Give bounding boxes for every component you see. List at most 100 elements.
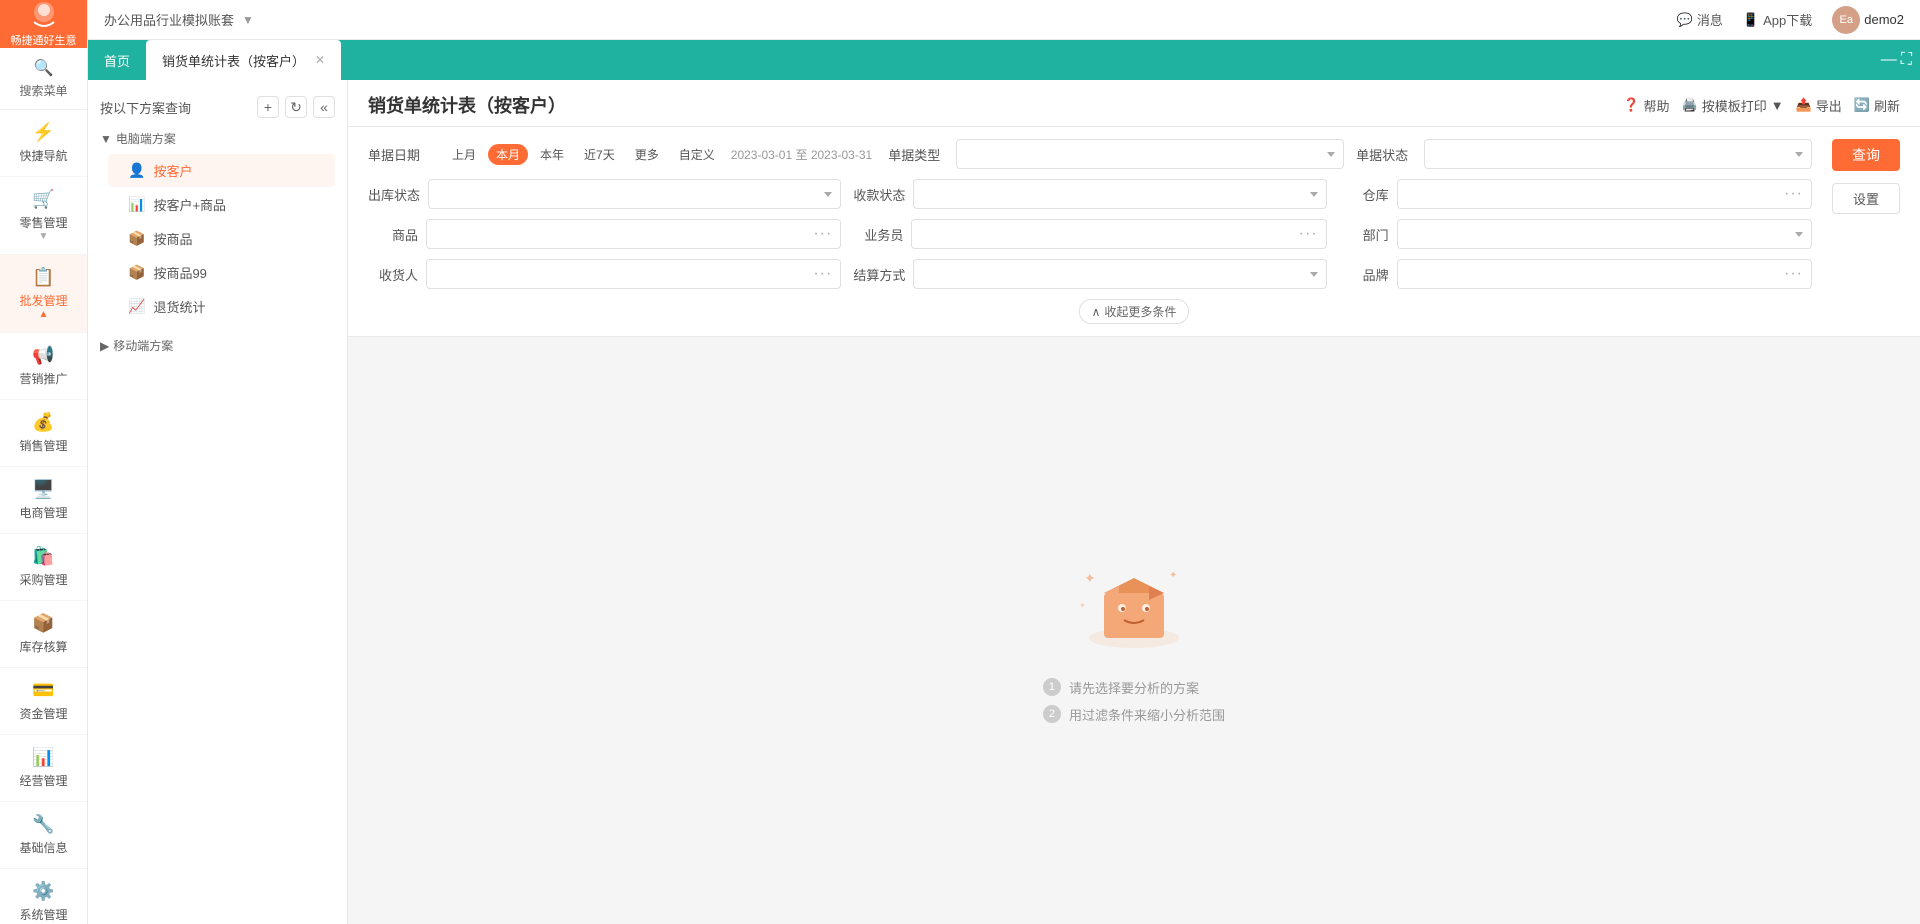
add-scheme-button[interactable]: + [257,96,279,118]
svg-text:✦: ✦ [1084,570,1096,586]
empty-tip-2: 2 用过滤条件来缩小分析范围 [1043,705,1225,724]
help-icon: ❓ [1623,97,1639,113]
shortcut-custom[interactable]: 自定义 [671,144,723,165]
topbar-right: 💬 消息 📱 App下载 Ea demo2 [1677,6,1904,34]
customer-product-icon: 📊 [128,196,145,213]
out-status-select[interactable] [428,179,841,209]
search-menu-label: 搜索菜单 [19,82,67,99]
tab-actions: — ⛶ [1881,51,1920,69]
refresh-scheme-button[interactable]: ↻ [285,96,307,118]
sidebar-item-system[interactable]: ⚙️ 系统管理 [0,869,87,924]
order-status-select[interactable] [1424,139,1812,169]
department-select[interactable] [1397,219,1812,249]
sidebar-item-sales[interactable]: 💰 销售管理 [0,400,87,467]
sidebar-search[interactable]: 🔍 搜索菜单 [0,48,87,110]
refresh-icon: 🔄 [1854,97,1870,113]
tip2-number: 2 [1043,705,1061,723]
shortcut-more[interactable]: 更多 [627,144,667,165]
filter-cell-salesperson: 业务员 ··· [853,219,1326,249]
tab-maximize-icon[interactable]: ⛶ [1901,51,1912,69]
topbar-dropdown[interactable]: ▼ [242,13,254,27]
tab-home[interactable]: 首页 [88,40,146,80]
sidebar-item-inventory[interactable]: 📦 库存核算 [0,601,87,668]
shortcut-last7days[interactable]: 近7天 [576,144,623,165]
sidebar-item-quick-nav[interactable]: ⚡ 快捷导航 [0,110,87,177]
refresh-icon: ↻ [290,99,302,116]
order-type-select[interactable] [956,139,1344,169]
warehouse-select[interactable]: ··· [1397,179,1812,209]
expand-icon: ▼ [100,132,112,146]
tab-close-icon[interactable]: ✕ [315,53,325,67]
message-button[interactable]: 💬 消息 [1677,10,1723,29]
filter-cell-warehouse: 仓库 ··· [1339,179,1812,209]
order-type-chevron-icon [1327,152,1335,157]
app-download-button[interactable]: 📱 App下载 [1743,10,1812,29]
shortcut-this-year[interactable]: 本年 [532,144,572,165]
sidebar-item-ecommerce[interactable]: 🖥️ 电商管理 [0,467,87,534]
collapse-button[interactable]: ∧ 收起更多条件 [1079,299,1190,324]
brand-select[interactable]: ··· [1397,259,1812,289]
content-area: 按以下方案查询 + ↻ « ▼ 电脑端方案 [88,80,1920,924]
sidebar-item-basic[interactable]: 🔧 基础信息 [0,802,87,869]
export-icon: 📤 [1796,97,1812,113]
receiver-dots-icon: ··· [813,265,832,283]
export-button[interactable]: 📤 导出 [1796,96,1842,115]
pc-scheme-group-title[interactable]: ▼ 电脑端方案 [100,124,335,153]
empty-state: ✦ ✦ ✦ 1 请先选择要分析的方案 2 用过滤条件来缩小分析范围 [348,337,1920,924]
scheme-by-product99[interactable]: 📦 按商品99 [108,256,335,289]
scheme-by-customer-product[interactable]: 📊 按客户+商品 [108,188,335,221]
sidebar-item-finance[interactable]: 💳 资金管理 [0,668,87,735]
settlement-select[interactable] [913,259,1326,289]
topbar: 办公用品行业模拟账套 ▼ 💬 消息 📱 App下载 Ea demo2 [88,0,1920,40]
product-select[interactable]: ··· [426,219,841,249]
scheme-by-customer[interactable]: 👤 按客户 [108,154,335,187]
query-button[interactable]: 查询 [1832,139,1900,171]
quick-nav-label: 快捷导航 [19,147,67,164]
print-button[interactable]: 🖨️ 按模板打印 ▼ [1682,96,1784,115]
shortcut-last-month[interactable]: 上月 [444,144,484,165]
date-range-display: 2023-03-01 至 2023-03-31 [731,146,872,163]
action-buttons: 查询 设置 [1832,139,1900,214]
receiver-label: 收货人 [368,265,418,284]
settings-button[interactable]: 设置 [1832,183,1900,214]
collapse-arrow-icon: ∧ [1092,305,1101,319]
receipt-status-select[interactable] [913,179,1326,209]
main-area: 办公用品行业模拟账套 ▼ 💬 消息 📱 App下载 Ea demo2 首页 销货… [88,0,1920,924]
empty-tip-1: 1 请先选择要分析的方案 [1043,678,1225,697]
sidebar-item-retail[interactable]: 🛒 零售管理 ▼ [0,177,87,255]
svg-text:✦: ✦ [1169,570,1177,581]
sidebar-item-wholesale[interactable]: 📋 批发管理 ▲ [0,255,87,333]
tab-report[interactable]: 销货单统计表（按客户） ✕ [146,40,341,80]
page-header: 销货单统计表（按客户） ❓ 帮助 🖨️ 按模板打印 ▼ 📤 导出 [348,80,1920,127]
receiver-select[interactable]: ··· [426,259,841,289]
sidebar-item-operations[interactable]: 📊 经营管理 [0,735,87,802]
scheme-return-stats[interactable]: 📈 退货统计 [108,290,335,323]
shortcut-this-month[interactable]: 本月 [488,144,528,165]
filter-cell-brand: 品牌 ··· [1339,259,1812,289]
help-button[interactable]: ❓ 帮助 [1623,96,1669,115]
collapse-panel-button[interactable]: « [313,96,335,118]
message-icon: 💬 [1677,12,1693,28]
tab-minimize-icon[interactable]: — [1881,51,1897,69]
refresh-button[interactable]: 🔄 刷新 [1854,96,1900,115]
print-dropdown-icon: ▼ [1771,98,1784,113]
app-logo: 畅捷通好生意 [0,0,88,48]
user-profile[interactable]: Ea demo2 [1832,6,1904,34]
order-status-chevron-icon [1795,152,1803,157]
report-tab-label: 销货单统计表（按客户） [162,51,305,70]
right-panel: 销货单统计表（按客户） ❓ 帮助 🖨️ 按模板打印 ▼ 📤 导出 [348,80,1920,924]
mobile-scheme-group: ▶ 移动端方案 [88,331,347,360]
brand-dots-icon: ··· [1784,265,1803,283]
product-label: 商品 [368,225,418,244]
app-name: 畅捷通好生意 [11,32,77,48]
sidebar-item-purchase[interactable]: 🛍️ 采购管理 [0,534,87,601]
scheme-by-product[interactable]: 📦 按商品 [108,222,335,255]
filter-area: 单据日期 上月 本月 本年 近7天 更多 自定义 2023-03-01 至 20… [348,127,1920,337]
plus-icon: + [264,99,272,115]
sidebar: 畅捷通好生意 🔍 搜索菜单 ⚡ 快捷导航 🛒 零售管理 ▼ 📋 批发管理 ▲ 📢… [0,0,88,924]
sidebar-item-marketing[interactable]: 📢 营销推广 [0,333,87,400]
mobile-expand-icon: ▶ [100,339,109,353]
salesperson-select[interactable]: ··· [911,219,1326,249]
mobile-scheme-group-title[interactable]: ▶ 移动端方案 [100,331,335,360]
collapse-icon: « [320,99,328,115]
